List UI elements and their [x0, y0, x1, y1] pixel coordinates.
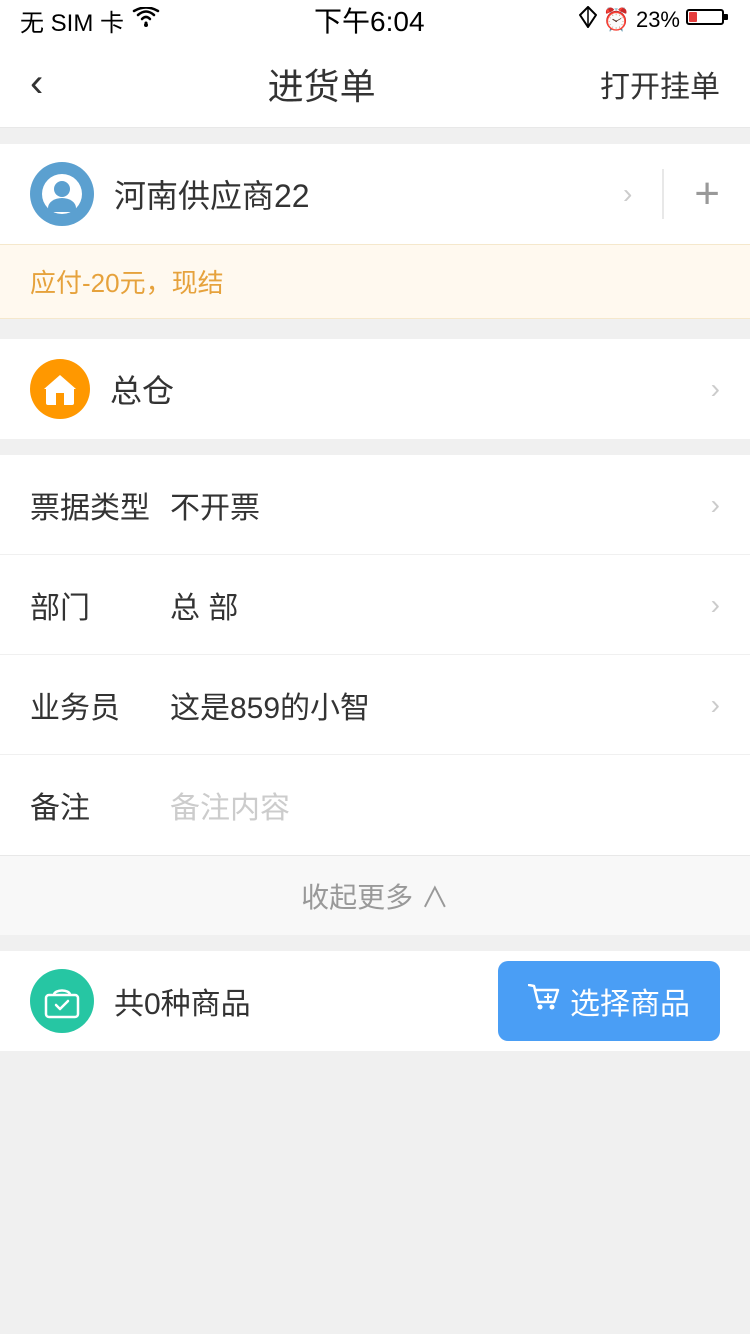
page-content: 河南供应商22 › + 应付-20元，现结 总仓 › 票据类型 不开票 › 部: [0, 128, 750, 1334]
collapse-text: 收起更多 ∧: [301, 876, 449, 916]
nav-bar: ‹ 进货单 打开挂单: [0, 40, 750, 128]
supplier-row[interactable]: 河南供应商22 › +: [0, 144, 750, 244]
form-section: 票据类型 不开票 › 部门 总 部 › 业务员 这是859的小智 › 备注 备注…: [0, 455, 750, 855]
battery-percent: 23%: [636, 7, 680, 33]
bottom-bar: 共0种商品 选择商品: [0, 951, 750, 1051]
product-count: 共0种商品: [114, 979, 498, 1023]
status-time: 下午6:04: [314, 0, 425, 40]
warehouse-row[interactable]: 总仓 ›: [0, 339, 750, 439]
cart-icon: [528, 984, 560, 1019]
page-title: 进货单: [268, 58, 376, 110]
department-label: 部门: [30, 583, 170, 627]
section-divider-2: [0, 319, 750, 339]
add-supplier-button[interactable]: +: [694, 169, 720, 219]
collapse-row[interactable]: 收起更多 ∧: [0, 855, 750, 935]
status-left: 无 SIM 卡: [20, 3, 160, 38]
invoice-type-row[interactable]: 票据类型 不开票 ›: [0, 455, 750, 555]
status-bar: 无 SIM 卡 下午6:04 ⏰ 23%: [0, 0, 750, 40]
department-value: 总 部: [170, 583, 711, 627]
notice-text: 应付-20元，现结: [30, 268, 224, 298]
product-icon: [30, 969, 94, 1033]
notice-bar: 应付-20元，现结: [0, 244, 750, 319]
wifi-icon: [132, 6, 160, 34]
back-button[interactable]: ‹: [30, 61, 43, 106]
warehouse-chevron-icon: ›: [711, 373, 720, 405]
note-placeholder: 备注内容: [170, 783, 720, 827]
open-pending-button[interactable]: 打开挂单: [600, 62, 720, 106]
select-product-button[interactable]: 选择商品: [498, 961, 720, 1041]
department-row[interactable]: 部门 总 部 ›: [0, 555, 750, 655]
invoice-value: 不开票: [170, 483, 711, 527]
salesman-row[interactable]: 业务员 这是859的小智 ›: [0, 655, 750, 755]
note-row[interactable]: 备注 备注内容: [0, 755, 750, 855]
battery-icon: [686, 7, 730, 33]
status-right: ⏰ 23%: [579, 6, 730, 34]
department-chevron-icon: ›: [711, 589, 720, 621]
invoice-label: 票据类型: [30, 483, 170, 527]
location-icon: [579, 6, 597, 34]
supplier-divider: [662, 169, 664, 219]
supplier-chevron-icon: ›: [623, 178, 632, 210]
alarm-icon: ⏰: [603, 7, 630, 33]
section-divider-1: [0, 128, 750, 144]
salesman-chevron-icon: ›: [711, 689, 720, 721]
supplier-name: 河南供应商22: [114, 171, 623, 217]
salesman-value: 这是859的小智: [170, 683, 711, 727]
invoice-chevron-icon: ›: [711, 489, 720, 521]
warehouse-name: 总仓: [110, 366, 711, 412]
warehouse-icon: [30, 359, 90, 419]
carrier-label: 无 SIM 卡: [20, 3, 124, 38]
note-label: 备注: [30, 783, 170, 827]
avatar-inner: [42, 174, 82, 214]
supplier-avatar: [30, 162, 94, 226]
salesman-label: 业务员: [30, 683, 170, 727]
select-btn-label: 选择商品: [570, 979, 690, 1023]
